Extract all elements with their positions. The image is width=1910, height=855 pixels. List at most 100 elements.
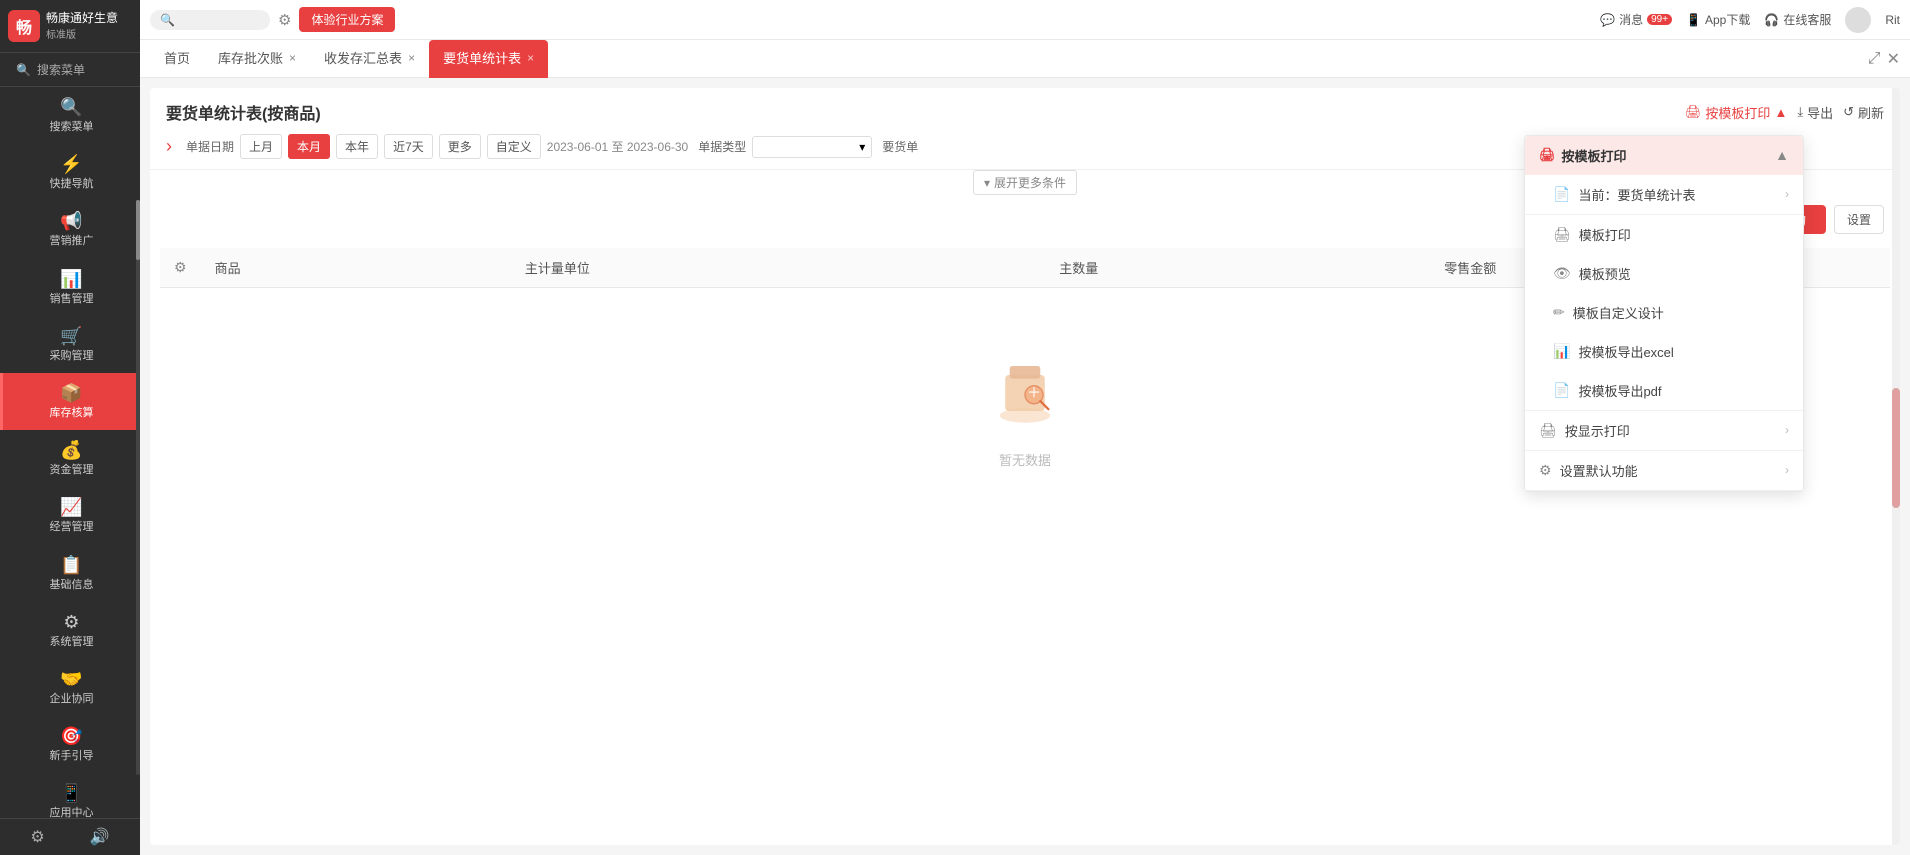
online-service-item[interactable]: 🎧 在线客服	[1764, 11, 1831, 28]
sidebar-bottom: ⚙ 🔊	[0, 818, 140, 855]
sidebar-item-appstore[interactable]: 📱 应用中心	[0, 773, 140, 818]
sidebar-search[interactable]: 🔍 搜索菜单	[0, 53, 140, 87]
col-product: 商品	[201, 248, 511, 288]
date-btn-more[interactable]: 更多	[439, 134, 481, 159]
sidebar-logo: 畅 畅康通好生意 标准版	[0, 0, 140, 53]
template-preview-left: 👁 模板预览	[1553, 264, 1631, 283]
date-btn-custom[interactable]: 自定义	[487, 134, 541, 159]
date-btn-7days[interactable]: 近7天	[384, 134, 433, 159]
tab-receipt-summary[interactable]: 收发存汇总表 ×	[310, 40, 429, 78]
tab-order-stats-close[interactable]: ×	[527, 51, 534, 65]
dropdown-display-print[interactable]: 🖨 按显示打印 ›	[1525, 411, 1803, 450]
sales-icon: 📊	[60, 269, 82, 290]
template-excel-icon: 📊	[1553, 343, 1570, 360]
dropdown-template-print[interactable]: 🖨 模板打印	[1525, 215, 1803, 254]
topbar-right: 💬 消息 99+ 📱 App下载 🎧 在线客服 Rit	[1600, 7, 1900, 33]
sidebar-item-basic[interactable]: 📋 基础信息	[0, 545, 140, 602]
sidebar-item-system[interactable]: ⚙ 系统管理	[0, 602, 140, 659]
operation-icon: 📈	[60, 497, 82, 518]
dropdown-template-preview[interactable]: 👁 模板预览	[1525, 254, 1803, 293]
sidebar: 畅 畅康通好生意 标准版 🔍 搜索菜单 🔍 搜索菜单 ⚡ 快捷导航 📢 营销推广…	[0, 0, 140, 855]
app-download-item[interactable]: 📱 App下载	[1686, 11, 1750, 28]
dropdown-default-func[interactable]: ⚙ 设置默认功能 ›	[1525, 451, 1803, 490]
dropdown-current-section: 📄 当前：要货单统计表 ›	[1525, 175, 1803, 215]
sidebar-item-operation[interactable]: 📈 经营管理	[0, 487, 140, 544]
collab-icon: 🤝	[60, 669, 82, 690]
sidebar-item-search[interactable]: 🔍 搜索菜单	[0, 87, 140, 144]
order-type-filter: 要货单	[882, 138, 918, 155]
dropdown-print-icon: 🖨	[1539, 147, 1556, 163]
tab-maximize-btn[interactable]: ⤢	[1868, 49, 1881, 69]
print-dropdown: 🖨 按模板打印 ▲ 📄 当前：要货单统计表 ›	[1524, 135, 1804, 492]
date-btn-this-year[interactable]: 本年	[336, 134, 378, 159]
audio-bottom-icon[interactable]: 🔊	[90, 827, 110, 847]
refresh-btn[interactable]: ↺ 刷新	[1843, 103, 1884, 122]
empty-icon	[980, 348, 1070, 438]
dropdown-template-excel[interactable]: 📊 按模板导出excel	[1525, 332, 1803, 371]
sidebar-item-collab[interactable]: 🤝 企业协同	[0, 659, 140, 716]
page-title: 要货单统计表(按商品)	[166, 100, 321, 124]
tab-order-stats[interactable]: 要货单统计表 ×	[429, 40, 548, 78]
dropdown-header: 🖨 按模板打印 ▲	[1525, 136, 1803, 175]
template-print-left: 🖨 模板打印	[1553, 225, 1631, 244]
industry-btn[interactable]: 体验行业方案	[299, 7, 395, 32]
col-settings[interactable]: ⚙	[160, 248, 201, 288]
search-nav-icon: 🔍	[60, 97, 82, 118]
finance-icon: 💰	[60, 440, 82, 461]
print-chevron-icon: ▲	[1774, 105, 1787, 120]
dropdown-template-custom[interactable]: ✏ 模板自定义设计	[1525, 293, 1803, 332]
type-select[interactable]: ▾	[752, 136, 872, 158]
tab-home[interactable]: 首页	[150, 40, 204, 78]
page-inner: 要货单统计表(按商品) 🖨 按模板打印 ▲ ⤓ 导出 ↺ 刷新	[150, 88, 1900, 845]
print-icon: 🖨	[1685, 104, 1702, 120]
default-func-icon: ⚙	[1539, 462, 1552, 479]
default-func-left: ⚙ 设置默认功能	[1539, 461, 1638, 480]
right-scrollbar[interactable]	[1892, 88, 1900, 845]
current-arrow-icon: ›	[1785, 187, 1789, 201]
date-btn-this-month[interactable]: 本月	[288, 134, 330, 159]
page-header: 要货单统计表(按商品) 🖨 按模板打印 ▲ ⤓ 导出 ↺ 刷新	[150, 88, 1900, 124]
app-download-icon: 📱	[1686, 13, 1701, 27]
print-btn[interactable]: 🖨 按模板打印 ▲	[1685, 103, 1787, 122]
topbar-search[interactable]: 🔍	[150, 10, 270, 30]
sidebar-item-guide[interactable]: 🎯 新手引导	[0, 716, 140, 773]
dropdown-display-section: 🖨 按显示打印 ›	[1525, 411, 1803, 451]
expand-more-btn[interactable]: ▾ 展开更多条件	[973, 170, 1077, 195]
topbar-search-icon: 🔍	[160, 13, 175, 27]
sidebar-item-purchase[interactable]: 🛒 采购管理	[0, 316, 140, 373]
sidebar-item-shortcut[interactable]: ⚡ 快捷导航	[0, 144, 140, 201]
dropdown-default-section: ⚙ 设置默认功能 ›	[1525, 451, 1803, 491]
tab-close-btn[interactable]: ✕	[1887, 49, 1900, 69]
date-btn-last-month[interactable]: 上月	[240, 134, 282, 159]
settings-col-icon: ⚙	[174, 259, 187, 275]
inventory-icon: 📦	[60, 383, 82, 404]
tab-inventory-batch[interactable]: 库存批次账 ×	[204, 40, 310, 78]
export-btn[interactable]: ⤓ 导出	[1797, 103, 1833, 122]
expand-down-icon: ▾	[984, 176, 990, 190]
dropdown-template-pdf[interactable]: 📄 按模板导出pdf	[1525, 371, 1803, 410]
tab-controls: ⤢ ✕	[1868, 49, 1900, 69]
sidebar-item-finance[interactable]: 💰 资金管理	[0, 430, 140, 487]
settings-btn[interactable]: 设置	[1834, 205, 1884, 234]
dropdown-title: 🖨 按模板打印	[1539, 146, 1627, 165]
dropdown-close-icon[interactable]: ▲	[1775, 147, 1789, 163]
tab-receipt-summary-close[interactable]: ×	[408, 51, 415, 65]
type-filter-group: 单据类型 ▾	[698, 136, 872, 158]
sidebar-item-inventory[interactable]: 📦 库存核算	[0, 373, 140, 430]
sidebar-item-marketing[interactable]: 📢 营销推广	[0, 201, 140, 258]
user-avatar[interactable]	[1845, 7, 1871, 33]
tab-inventory-batch-close[interactable]: ×	[289, 51, 296, 65]
settings-bottom-icon[interactable]: ⚙	[30, 827, 44, 847]
dropdown-current-item[interactable]: 📄 当前：要货单统计表 ›	[1525, 175, 1803, 214]
dropdown-template-section: 🖨 模板打印 👁 模板预览	[1525, 215, 1803, 411]
sidebar-item-sales[interactable]: 📊 销售管理	[0, 259, 140, 316]
display-print-left: 🖨 按显示打印	[1539, 421, 1630, 440]
message-item[interactable]: 💬 消息 99+	[1600, 11, 1672, 28]
topbar-gear-icon[interactable]: ⚙	[278, 11, 291, 29]
empty-text: 暂无数据	[999, 450, 1051, 469]
logo-text: 畅康通好生意 标准版	[46, 11, 118, 42]
search-icon: 🔍	[16, 63, 31, 77]
display-print-icon: 🖨	[1539, 422, 1557, 439]
page-actions: 🖨 按模板打印 ▲ ⤓ 导出 ↺ 刷新	[1685, 103, 1884, 122]
filter-toggle-icon[interactable]: ›	[166, 136, 172, 157]
